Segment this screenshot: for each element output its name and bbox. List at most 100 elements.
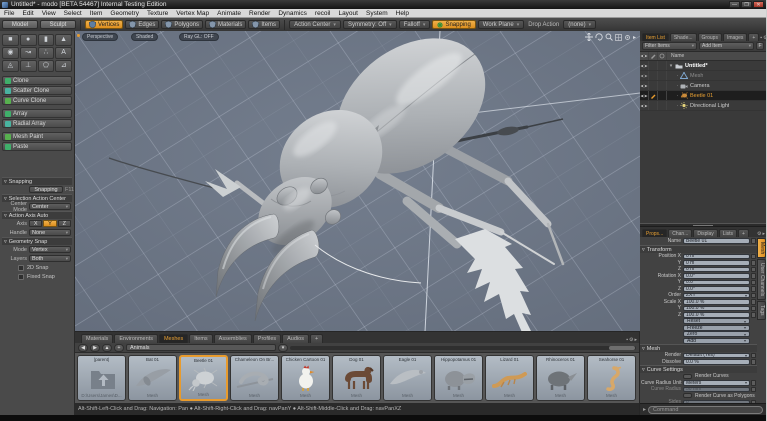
symmetry-dropdown[interactable]: Symmetry: Off▾ [343, 20, 397, 29]
tab-materials[interactable]: Materials [81, 334, 113, 343]
channel-edit-button[interactable] [751, 299, 756, 305]
name-column-header[interactable]: Name [667, 53, 684, 59]
position-z-field[interactable]: 0 m [683, 267, 750, 273]
reset-button[interactable]: Reset▾ [683, 318, 750, 324]
preset-thumb-eagle[interactable]: Eagle 01 Mesh [383, 355, 432, 401]
channel-edit-button[interactable] [751, 273, 756, 279]
preset-thumb-rhino[interactable]: Rhinoceros 01 Mesh [536, 355, 585, 401]
forward-button[interactable]: ▶ [90, 344, 100, 352]
preset-thumb-beetle[interactable]: Beetle 01 Mesh [179, 355, 228, 401]
clone-button[interactable]: Clone [2, 76, 72, 85]
menu-edit[interactable]: Edit [18, 10, 37, 17]
tab-add-panel[interactable]: + [738, 229, 749, 237]
torus-tool-icon[interactable]: ◉ [2, 47, 19, 59]
freeze-button[interactable]: Freeze▾ [683, 325, 750, 331]
zoom-icon[interactable] [605, 33, 613, 41]
tab-display[interactable]: Display [693, 229, 717, 237]
tab-images[interactable]: Images [723, 33, 747, 41]
item-row-mesh[interactable]: · Mesh [640, 71, 766, 81]
tab-items[interactable]: Items [189, 334, 212, 343]
tab-audios[interactable]: Audios [282, 334, 309, 343]
restore-button[interactable]: ❐ [741, 1, 752, 8]
add-button[interactable]: Add▾ [683, 338, 750, 344]
preset-scrollbar[interactable] [290, 346, 636, 350]
perspective-view-button[interactable]: Perspective [82, 33, 118, 41]
shading-mode-button[interactable]: Shaded [131, 33, 158, 41]
add-preset-button[interactable]: + [114, 344, 124, 352]
menu-file[interactable]: File [0, 10, 18, 17]
panel-chevron-icon[interactable]: ▸ [634, 337, 637, 343]
raygl-toggle-button[interactable]: Ray GL: OFF [179, 33, 219, 41]
work-plane-dropdown[interactable]: Work Plane▾ [478, 20, 524, 29]
axis-z-button[interactable]: Z [58, 220, 71, 227]
tab-profiles[interactable]: Profiles [253, 334, 281, 343]
cube-tool-icon[interactable]: ■ [2, 34, 19, 46]
channel-edit-button[interactable] [751, 359, 756, 365]
preset-thumb-dog[interactable]: Dog 01 Mesh [332, 355, 381, 401]
handle-dropdown[interactable]: None▾ [29, 229, 71, 236]
menu-select[interactable]: Select [60, 10, 86, 17]
cylinder-tool-icon[interactable]: ▮ [38, 34, 55, 46]
mode-vertices-button[interactable]: Vertices [85, 20, 123, 29]
pen-tool-icon[interactable]: ◬ [2, 60, 19, 72]
radial-array-button[interactable]: Radial Array [2, 119, 72, 128]
item-row-scene[interactable]: ▾ Untitled* [640, 61, 766, 71]
sides-field[interactable]: 8 [683, 400, 750, 404]
orbit-icon[interactable] [595, 33, 603, 41]
scale-x-field[interactable]: 100.0 % [683, 299, 750, 305]
rotation-z-field[interactable]: 0.0° [683, 286, 750, 292]
viewport-canvas[interactable] [75, 31, 640, 331]
pan-icon[interactable] [585, 33, 593, 41]
path-dropdown-button[interactable]: ▾ [278, 344, 288, 352]
filter-f-button[interactable]: F [756, 42, 764, 50]
mesh-paint-button[interactable]: Mesh Paint [2, 132, 72, 141]
snapping-toggle-button[interactable]: Snapping [29, 186, 63, 193]
channel-edit-button[interactable] [751, 306, 756, 312]
panel-gear-icon[interactable]: ⚙ [629, 337, 633, 343]
mode-edges-button[interactable]: Edges [125, 20, 159, 29]
paste-button[interactable]: Paste [2, 142, 72, 151]
tab-channels[interactable]: Chan... [668, 229, 692, 237]
action-center-dropdown[interactable]: Action Center▾ [289, 20, 341, 29]
3d-viewport[interactable]: Perspective Shaded Ray GL: OFF ▸ [75, 31, 639, 331]
menu-dynamics[interactable]: Dynamics [274, 10, 311, 17]
menu-animate[interactable]: Animate [213, 10, 245, 17]
menu-render[interactable]: Render [245, 10, 274, 17]
cone-tool-icon[interactable]: ▲ [55, 34, 72, 46]
snapping-section-header[interactable]: ▿Snapping [2, 177, 72, 185]
layers-dropdown[interactable]: Both▾ [29, 255, 71, 262]
channel-edit-button[interactable] [751, 267, 756, 273]
visibility-eye-icon[interactable] [640, 61, 649, 70]
transform-section-header[interactable]: ▿Transform [640, 245, 757, 253]
tab-shader-tree[interactable]: Shade... [670, 33, 697, 41]
menu-layout[interactable]: Layout [334, 10, 362, 17]
menu-vertex-map[interactable]: Vertex Map [172, 10, 213, 17]
skeleton-tool-icon[interactable]: ⊥ [20, 60, 37, 72]
scale-y-field[interactable]: 100.0 % [683, 306, 750, 312]
curve-radius-field[interactable]: 50 mm [683, 387, 750, 393]
panel-thumb-icon[interactable]: ▪ [626, 337, 628, 343]
menu-system[interactable]: System [362, 10, 392, 17]
channel-edit-button[interactable] [751, 254, 756, 260]
tab-groups[interactable]: Groups [698, 33, 722, 41]
menu-item[interactable]: Item [86, 10, 107, 17]
drop-action-dropdown[interactable]: (none)▾ [563, 20, 596, 29]
viewport-menu-chevron-icon[interactable]: ▸ [633, 34, 636, 41]
preset-thumb-lizard[interactable]: Lizard 01 Mesh [485, 355, 534, 401]
zero-button[interactable]: Zero▾ [683, 331, 750, 337]
edit-pen-icon[interactable] [649, 91, 658, 100]
viewport-options-gear-icon[interactable] [624, 34, 631, 41]
mode-items-button[interactable]: Items [248, 20, 280, 29]
visibility-eye-icon[interactable] [640, 101, 649, 110]
tab-properties[interactable]: Props... [642, 229, 667, 237]
curve-clone-button[interactable]: Curve Clone [2, 96, 72, 105]
position-x-field[interactable]: 0 m [683, 254, 750, 260]
visibility-eye-icon[interactable] [640, 71, 649, 80]
channel-edit-button[interactable] [751, 312, 756, 318]
tab-item-list[interactable]: Item List [642, 33, 669, 41]
channel-edit-button[interactable] [751, 293, 756, 299]
tab-lists[interactable]: Lists [719, 229, 737, 237]
visibility-eye-icon[interactable] [640, 81, 649, 90]
tab-add[interactable]: + [310, 334, 323, 343]
mesh-section-header[interactable]: ▿Mesh [640, 344, 757, 352]
